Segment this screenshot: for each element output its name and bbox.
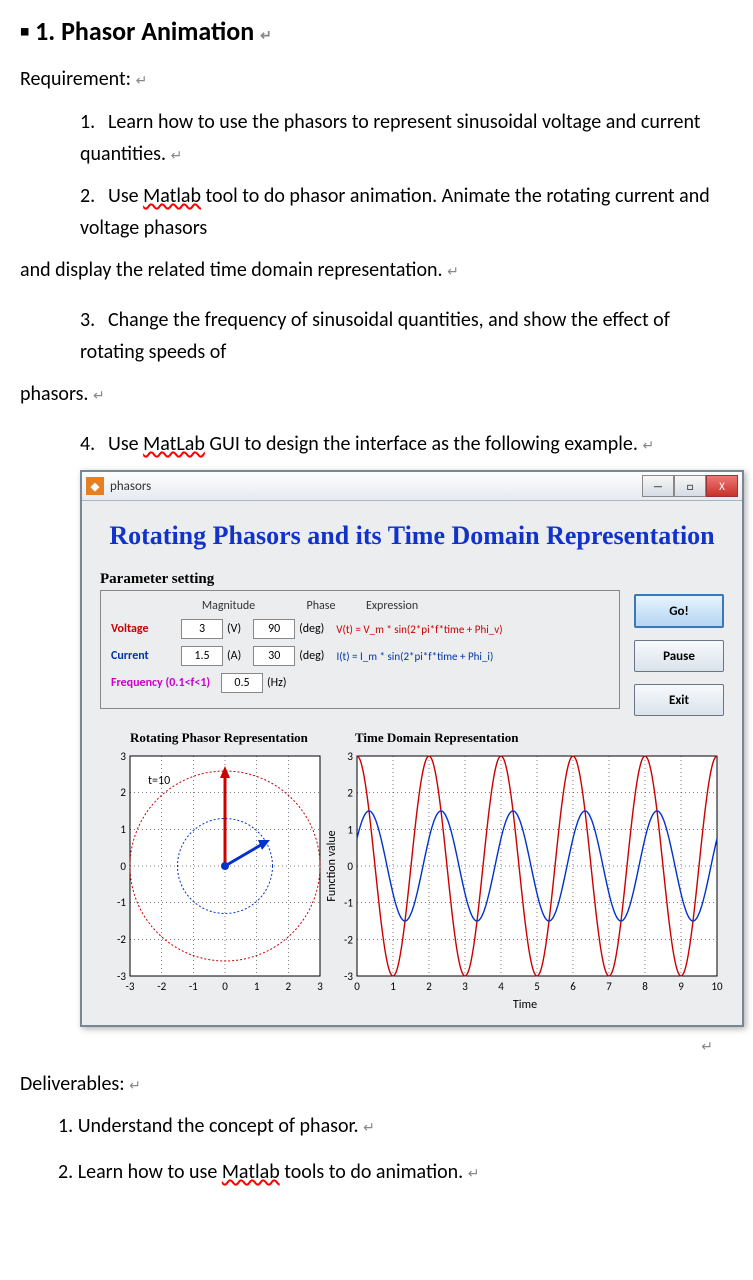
current-row: Current 1.5 (A) 30 (deg) I(t) = I_m * si… <box>111 646 609 666</box>
svg-text:2: 2 <box>120 786 126 799</box>
svg-text:3: 3 <box>347 750 353 763</box>
deliverables-label: Deliverables: ↵ <box>20 1072 733 1096</box>
svg-text:0: 0 <box>222 980 228 993</box>
svg-text:-1: -1 <box>117 896 126 909</box>
req-item-1: 1.Learn how to use the phasors to repres… <box>80 106 733 170</box>
svg-text:7: 7 <box>606 980 612 993</box>
main-title: Rotating Phasors and its Time Domain Rep… <box>100 521 724 551</box>
freq-input[interactable]: 0.5 <box>221 673 263 693</box>
req-item-3: 3.Change the frequency of sinusoidal qua… <box>80 304 733 368</box>
req-item-4: 4.Use MatLab GUI to design the interface… <box>80 428 733 460</box>
freq-label: Frequency (0.1<f<1) <box>111 676 221 690</box>
svg-text:9: 9 <box>678 980 684 993</box>
svg-text:3: 3 <box>317 980 323 993</box>
time-plot: Time Domain Representation 3210-1-2-3 01… <box>325 730 724 1011</box>
go-button[interactable]: Go! <box>634 594 724 628</box>
current-mag-input[interactable]: 1.5 <box>181 646 223 666</box>
deliv-1: 1. Understand the concept of phasor. ↵ <box>58 1110 733 1142</box>
svg-text:1: 1 <box>347 823 353 836</box>
svg-text:Function value: Function value <box>325 830 339 901</box>
current-label: Current <box>111 649 181 663</box>
svg-text:Time: Time <box>513 998 537 1011</box>
matlab-icon: ◆ <box>86 477 104 495</box>
svg-text:-3: -3 <box>126 980 135 993</box>
pause-button[interactable]: Pause <box>634 640 724 672</box>
svg-text:4: 4 <box>498 980 504 993</box>
req-item-2: 2.Use Matlab tool to do phasor animation… <box>80 180 733 244</box>
param-headers: Magnitude Phase Expression <box>111 599 609 613</box>
svg-text:0: 0 <box>354 980 360 993</box>
svg-text:t=10: t=10 <box>148 774 170 788</box>
svg-text:2: 2 <box>286 980 292 993</box>
voltage-phase-input[interactable]: 90 <box>253 619 295 639</box>
svg-text:-2: -2 <box>344 933 353 946</box>
maximize-button[interactable]: □ <box>674 475 706 497</box>
svg-text:2: 2 <box>347 787 353 800</box>
exit-button[interactable]: Exit <box>634 684 724 716</box>
current-phase-input[interactable]: 30 <box>253 646 295 666</box>
svg-text:10: 10 <box>711 980 723 993</box>
titlebar: ◆ phasors — □ X <box>82 472 742 501</box>
req-item-3-cont: phasors. ↵ <box>20 378 733 410</box>
svg-text:6: 6 <box>570 980 576 993</box>
minimize-button[interactable]: — <box>642 475 674 497</box>
svg-text:0: 0 <box>347 860 353 873</box>
svg-text:1: 1 <box>390 980 396 993</box>
page-heading: ▪ 1. Phasor Animation ↵ <box>20 15 733 47</box>
freq-row: Frequency (0.1<f<1) 0.5 (Hz) <box>111 673 609 693</box>
phasor-plot: Rotating Phasor Representation <box>100 730 325 1011</box>
svg-text:-1: -1 <box>344 897 353 910</box>
voltage-mag-input[interactable]: 3 <box>181 619 223 639</box>
svg-text:-3: -3 <box>344 970 353 983</box>
return-mark: ↵ <box>701 1038 713 1054</box>
svg-text:0: 0 <box>120 860 126 873</box>
svg-text:8: 8 <box>642 980 648 993</box>
requirement-label: Requirement: ↵ <box>20 67 733 91</box>
svg-text:1: 1 <box>254 980 260 993</box>
param-label: Parameter setting <box>100 571 724 588</box>
req-item-2-cont: and display the related time domain repr… <box>20 254 733 286</box>
svg-text:-2: -2 <box>117 933 126 946</box>
svg-text:-1: -1 <box>189 980 198 993</box>
window-title: phasors <box>110 479 642 494</box>
matlab-window: ◆ phasors — □ X Rotating Phasors and its… <box>80 470 744 1027</box>
svg-text:-2: -2 <box>157 980 166 993</box>
svg-text:2: 2 <box>426 980 432 993</box>
svg-text:5: 5 <box>534 980 540 993</box>
voltage-expr: V(t) = V_m * sin(2*pi*f*time + Phi_v) <box>336 623 502 636</box>
voltage-label: Voltage <box>111 622 181 636</box>
deliv-2: 2. Learn how to use Matlab tools to do a… <box>58 1156 733 1188</box>
svg-text:3: 3 <box>120 750 126 763</box>
svg-text:3: 3 <box>462 980 468 993</box>
param-panel: Magnitude Phase Expression Voltage 3 (V)… <box>100 590 620 709</box>
close-button[interactable]: X <box>706 475 738 497</box>
voltage-row: Voltage 3 (V) 90 (deg) V(t) = V_m * sin(… <box>111 619 609 639</box>
current-expr: I(t) = I_m * sin(2*pi*f*time + Phi_i) <box>336 650 493 663</box>
svg-text:1: 1 <box>120 823 126 836</box>
